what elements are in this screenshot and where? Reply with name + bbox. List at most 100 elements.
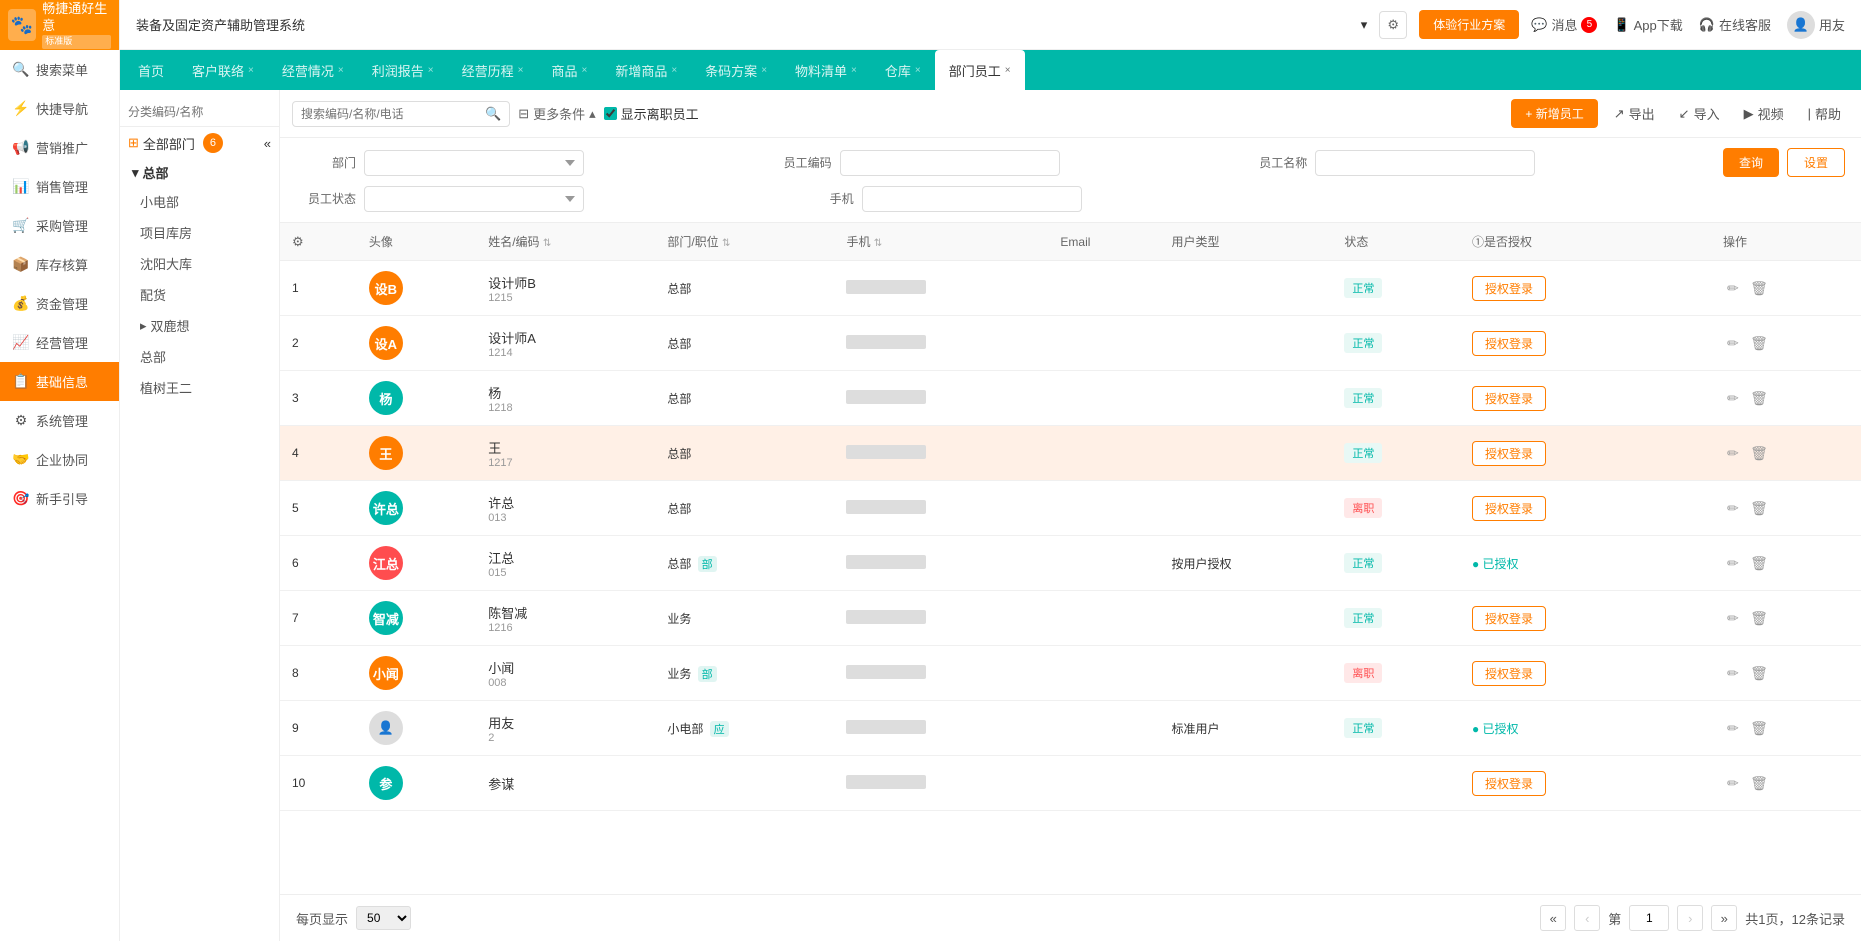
sidebar-item-quicknav[interactable]: ⚡ 快捷导航 [0,89,119,128]
trial-btn[interactable]: 体验行业方案 [1419,10,1519,39]
delete-btn[interactable]: 🗑 [1746,663,1772,684]
close-icon[interactable]: × [761,65,767,76]
auth-btn[interactable]: 授权登录 [1472,441,1546,466]
sidebar-item-search[interactable]: 🔍 搜索菜单 [0,50,119,89]
close-icon[interactable]: × [518,65,524,76]
page-input[interactable] [1629,905,1669,931]
auth-btn[interactable]: 授权登录 [1472,606,1546,631]
settings-gear[interactable]: ⚙ [1379,11,1407,39]
close-icon[interactable]: × [851,65,857,76]
dept-item-1[interactable]: 项目库房 [120,217,279,248]
phone-input[interactable] [862,186,1082,212]
tab-operations[interactable]: 经营情况 × [268,50,358,90]
edit-btn[interactable]: ✏ [1723,278,1743,299]
edit-btn[interactable]: ✏ [1723,333,1743,354]
delete-btn[interactable]: 🗑 [1746,443,1772,464]
emp-status-select[interactable] [364,186,584,212]
delete-btn[interactable]: 🗑 [1746,498,1772,519]
tab-goods[interactable]: 商品 × [537,50,601,90]
col-settings[interactable]: ⚙ [280,223,357,261]
emp-name-input[interactable] [1315,150,1535,176]
dept-item-6[interactable]: 植树王二 [120,372,279,403]
prev-page-btn[interactable]: ‹ [1574,905,1600,931]
sidebar-item-marketing[interactable]: 📢 营销推广 [0,128,119,167]
auth-btn[interactable]: 授权登录 [1472,331,1546,356]
edit-btn[interactable]: ✏ [1723,443,1743,464]
edit-btn[interactable]: ✏ [1723,663,1743,684]
sidebar-item-collab[interactable]: 🤝 企业协同 [0,440,119,479]
auth-btn[interactable]: 授权登录 [1472,276,1546,301]
tab-profit[interactable]: 利润报告 × [358,50,448,90]
help-btn[interactable]: | 帮助 [1800,98,1849,129]
search-input[interactable] [301,107,481,121]
edit-btn[interactable]: ✏ [1723,608,1743,629]
close-icon[interactable]: × [428,65,434,76]
col-phone[interactable]: 手机 ⇅ [834,223,1048,261]
tab-bom[interactable]: 物料清单 × [781,50,871,90]
next-page-btn[interactable]: › [1677,905,1703,931]
sidebar-item-inventory[interactable]: 📦 库存核算 [0,245,119,284]
tab-department[interactable]: 部门员工 × [935,50,1025,90]
more-conditions-btn[interactable]: ⊟ 更多条件 ▴ [518,104,595,123]
auth-btn[interactable]: 授权登录 [1472,771,1546,796]
delete-btn[interactable]: 🗑 [1746,718,1772,739]
sidebar-item-finance[interactable]: 💰 资金管理 [0,284,119,323]
app-download-btn[interactable]: 📱 App下载 [1613,15,1682,34]
dept-item-5[interactable]: 总部 [120,341,279,372]
auth-btn[interactable]: 授权登录 [1472,386,1546,411]
export-btn[interactable]: ↗ 导出 [1606,98,1663,129]
close-icon[interactable]: × [1005,65,1011,76]
search-btn[interactable]: 查询 [1723,148,1779,177]
sidebar-item-guide[interactable]: 🎯 新手引导 [0,479,119,518]
close-icon[interactable]: × [581,65,587,76]
auth-btn[interactable]: 授权登录 [1472,496,1546,521]
close-icon[interactable]: × [671,65,677,76]
sidebar-item-purchase[interactable]: 🛒 采购管理 [0,206,119,245]
delete-btn[interactable]: 🗑 [1746,333,1772,354]
delete-btn[interactable]: 🗑 [1746,773,1772,794]
user-menu[interactable]: 👤 用友 [1787,11,1845,39]
tab-addgoods[interactable]: 新增商品 × [601,50,691,90]
dept-item-0[interactable]: 小电部 [120,186,279,217]
set-btn[interactable]: 设置 [1787,148,1845,177]
delete-btn[interactable]: 🗑 [1746,388,1772,409]
dept-item-3[interactable]: 配货 [120,279,279,310]
col-dept[interactable]: 部门/职位 ⇅ [655,223,834,261]
message-btn[interactable]: 💬 消息 5 [1531,15,1597,34]
close-icon[interactable]: × [915,65,921,76]
view-btn[interactable]: ▶ 视频 [1736,98,1792,129]
dept-item-4[interactable]: ▸ 双鹿想 [120,310,279,341]
close-icon[interactable]: × [338,65,344,76]
all-dept-header[interactable]: ⊞ 全部部门 6 « [120,127,279,159]
dept-search-input[interactable] [128,105,280,119]
tab-history[interactable]: 经营历程 × [448,50,538,90]
title-dropdown[interactable] [1361,17,1368,33]
tab-customer[interactable]: 客户联络 × [178,50,268,90]
delete-btn[interactable]: 🗑 [1746,278,1772,299]
edit-btn[interactable]: ✏ [1723,553,1743,574]
tab-home[interactable]: 首页 [124,50,178,90]
edit-btn[interactable]: ✏ [1723,773,1743,794]
collapse-icon[interactable]: « [264,136,271,151]
per-page-select[interactable]: 50 20 100 [356,906,411,930]
sidebar-item-sales[interactable]: 📊 销售管理 [0,167,119,206]
tab-barcode[interactable]: 条码方案 × [691,50,781,90]
online-service-btn[interactable]: 🎧 在线客服 [1699,15,1771,34]
sidebar-item-system[interactable]: ⚙ 系统管理 [0,401,119,440]
delete-btn[interactable]: 🗑 [1746,553,1772,574]
sidebar-item-operations[interactable]: 📈 经营管理 [0,323,119,362]
dept-item-2[interactable]: 沈阳大库 [120,248,279,279]
dept-select[interactable] [364,150,584,176]
edit-btn[interactable]: ✏ [1723,388,1743,409]
show-resigned-check[interactable]: 显示离职员工 [604,104,699,123]
delete-btn[interactable]: 🗑 [1746,608,1772,629]
add-employee-btn[interactable]: + 新增员工 [1511,99,1597,128]
sidebar-item-basic[interactable]: 📋 基础信息 [0,362,119,401]
close-icon[interactable]: × [248,65,254,76]
auth-btn[interactable]: 授权登录 [1472,661,1546,686]
last-page-btn[interactable]: » [1711,905,1737,931]
first-page-btn[interactable]: « [1540,905,1566,931]
edit-btn[interactable]: ✏ [1723,498,1743,519]
emp-code-input[interactable] [840,150,1060,176]
edit-btn[interactable]: ✏ [1723,718,1743,739]
